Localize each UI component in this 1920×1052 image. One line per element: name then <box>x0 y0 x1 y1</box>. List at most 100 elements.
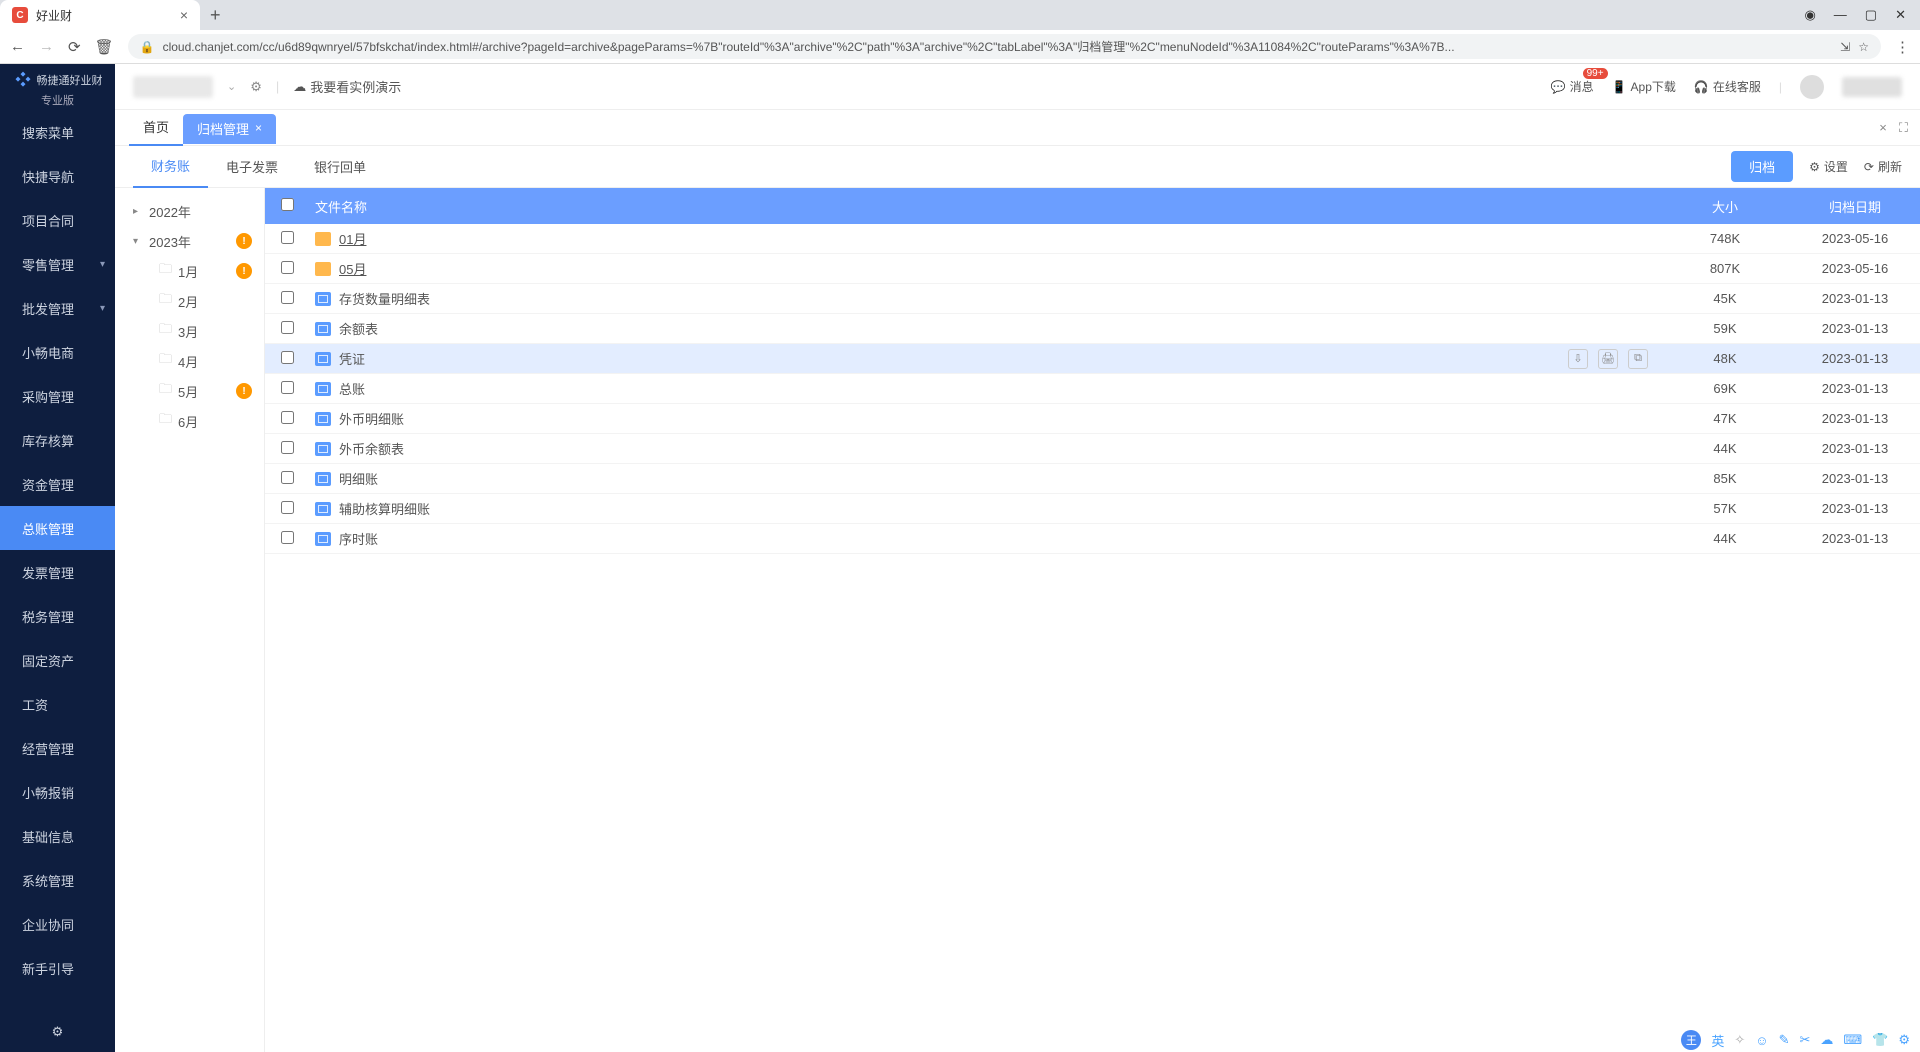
settings-button[interactable]: ⚙ 设置 <box>1809 158 1848 175</box>
row-checkbox[interactable] <box>281 501 294 514</box>
ime-icon[interactable]: ☺ <box>1755 1033 1768 1048</box>
bookmark-icon[interactable]: ☆ <box>1858 40 1869 54</box>
ime-icon[interactable]: 👕 <box>1872 1032 1888 1048</box>
app-download-link[interactable]: 📱 App下载 <box>1612 78 1676 95</box>
ime-icon[interactable]: ✎ <box>1779 1032 1790 1048</box>
sidebar-item[interactable]: 小畅报销 <box>0 770 115 814</box>
close-icon[interactable]: × <box>255 121 262 135</box>
tree-month[interactable]: 🗀5月! <box>115 376 264 406</box>
table-row[interactable]: 存货数量明细表 45K 2023-01-13 <box>265 284 1920 314</box>
cloud-icon: ☁ <box>293 79 306 95</box>
row-checkbox[interactable] <box>281 231 294 244</box>
close-window-button[interactable]: ✕ <box>1895 7 1906 23</box>
row-checkbox[interactable] <box>281 411 294 424</box>
url-box[interactable]: 🔒 cloud.chanjet.com/cc/u6d89qwnryel/57bf… <box>128 34 1881 59</box>
tree-year[interactable]: ▾2023年! <box>115 226 264 256</box>
sub-tab[interactable]: 银行回单 <box>296 146 384 188</box>
table-row[interactable]: 外币余额表 44K 2023-01-13 <box>265 434 1920 464</box>
sidebar-settings[interactable]: ⚙ <box>0 1012 115 1052</box>
ime-icon[interactable]: ☁ <box>1820 1032 1833 1048</box>
table-row[interactable]: 余额表 59K 2023-01-13 <box>265 314 1920 344</box>
close-all-tabs-icon[interactable]: × <box>1879 120 1887 136</box>
sidebar-item[interactable]: 发票管理 <box>0 550 115 594</box>
sidebar-item[interactable]: 工资 <box>0 682 115 726</box>
row-checkbox[interactable] <box>281 321 294 334</box>
sidebar-item[interactable]: 采购管理 <box>0 374 115 418</box>
avatar[interactable] <box>1800 75 1824 99</box>
new-tab-button[interactable]: + <box>200 5 231 26</box>
tab-archive[interactable]: 归档管理 × <box>183 114 276 144</box>
table-row[interactable]: 辅助核算明细账 57K 2023-01-13 <box>265 494 1920 524</box>
tree-month[interactable]: 🗀1月! <box>115 256 264 286</box>
select-all-checkbox[interactable] <box>281 198 294 211</box>
tree-month[interactable]: 🗀2月 <box>115 286 264 316</box>
sidebar-item[interactable]: 企业协同 <box>0 902 115 946</box>
sidebar-item[interactable]: 批发管理▾ <box>0 286 115 330</box>
archive-button[interactable]: 归档 <box>1731 151 1793 182</box>
tree-month[interactable]: 🗀6月 <box>115 406 264 436</box>
tree-year[interactable]: ▸2022年 <box>115 196 264 226</box>
sidebar-item[interactable]: 系统管理 <box>0 858 115 902</box>
browser-tab[interactable]: C 好业财 × <box>0 0 200 30</box>
customer-service-link[interactable]: 🎧 在线客服 <box>1694 78 1761 95</box>
ime-lang[interactable]: 英 <box>1711 1031 1724 1050</box>
sidebar-item[interactable]: 搜索菜单 <box>0 110 115 154</box>
username[interactable] <box>1842 77 1902 97</box>
sidebar-item[interactable]: 经营管理 <box>0 726 115 770</box>
row-checkbox[interactable] <box>281 291 294 304</box>
ime-logo-icon[interactable]: 王 <box>1681 1030 1701 1050</box>
table-row[interactable]: 外币明细账 47K 2023-01-13 <box>265 404 1920 434</box>
maximize-button[interactable]: ▢ <box>1865 7 1877 23</box>
sidebar-item[interactable]: 新手引导 <box>0 946 115 990</box>
table-row[interactable]: 总账 69K 2023-01-13 <box>265 374 1920 404</box>
ime-icon[interactable]: ⌨ <box>1843 1032 1862 1048</box>
org-selector[interactable] <box>133 76 213 98</box>
row-checkbox[interactable] <box>281 381 294 394</box>
row-checkbox[interactable] <box>281 471 294 484</box>
action-icon[interactable]: ⧉ <box>1628 349 1648 369</box>
row-checkbox[interactable] <box>281 531 294 544</box>
row-checkbox[interactable] <box>281 351 294 364</box>
ime-icon[interactable]: ✂ <box>1799 1032 1810 1048</box>
sidebar-item[interactable]: 固定资产 <box>0 638 115 682</box>
fullscreen-icon[interactable]: ⛶ <box>1899 120 1908 136</box>
row-checkbox[interactable] <box>281 261 294 274</box>
tab-close-icon[interactable]: × <box>180 7 188 23</box>
extensions-menu[interactable]: ⋮ <box>1895 38 1910 56</box>
forward-button[interactable]: → <box>39 38 54 55</box>
demo-link[interactable]: ☁ 我要看实例演示 <box>293 77 401 96</box>
table-row[interactable]: 序时账 44K 2023-01-13 <box>265 524 1920 554</box>
table-row[interactable]: 05月 807K 2023-05-16 <box>265 254 1920 284</box>
sidebar-item[interactable]: 小畅电商 <box>0 330 115 374</box>
minimize-button[interactable]: — <box>1834 7 1847 23</box>
install-app-icon[interactable]: ⇲ <box>1840 40 1850 54</box>
action-icon[interactable]: 🖨 <box>1598 349 1618 369</box>
sidebar-item[interactable]: 总账管理 <box>0 506 115 550</box>
back-button[interactable]: ← <box>10 38 25 55</box>
sub-tab[interactable]: 电子发票 <box>208 146 296 188</box>
sub-tab[interactable]: 财务账 <box>133 146 208 188</box>
messages-link[interactable]: 💬 消息 <box>1551 78 1594 95</box>
chevron-down-icon[interactable]: ⌄ <box>227 80 236 93</box>
sidebar-item[interactable]: 资金管理 <box>0 462 115 506</box>
action-icon[interactable]: ⇩ <box>1568 349 1588 369</box>
sidebar-item[interactable]: 零售管理▾ <box>0 242 115 286</box>
table-row[interactable]: 明细账 85K 2023-01-13 <box>265 464 1920 494</box>
sidebar-item[interactable]: 基础信息 <box>0 814 115 858</box>
delete-icon[interactable]: 🗑 <box>95 38 114 56</box>
tree-month[interactable]: 🗀3月 <box>115 316 264 346</box>
sidebar-item[interactable]: 快捷导航 <box>0 154 115 198</box>
ime-icon[interactable]: ✧ <box>1734 1032 1745 1048</box>
sidebar-item[interactable]: 税务管理 <box>0 594 115 638</box>
tree-month[interactable]: 🗀4月 <box>115 346 264 376</box>
tab-home[interactable]: 首页 <box>129 110 183 146</box>
ime-icon[interactable]: ⚙ <box>1898 1032 1910 1048</box>
table-row[interactable]: 凭证⇩🖨⧉ 48K 2023-01-13 <box>265 344 1920 374</box>
gear-icon[interactable]: ⚙ <box>250 79 262 95</box>
row-checkbox[interactable] <box>281 441 294 454</box>
reload-button[interactable]: ⟳ <box>68 38 81 56</box>
sidebar-item[interactable]: 项目合同 <box>0 198 115 242</box>
refresh-button[interactable]: ⟳ 刷新 <box>1864 158 1902 175</box>
sidebar-item[interactable]: 库存核算 <box>0 418 115 462</box>
table-row[interactable]: 01月 748K 2023-05-16 <box>265 224 1920 254</box>
